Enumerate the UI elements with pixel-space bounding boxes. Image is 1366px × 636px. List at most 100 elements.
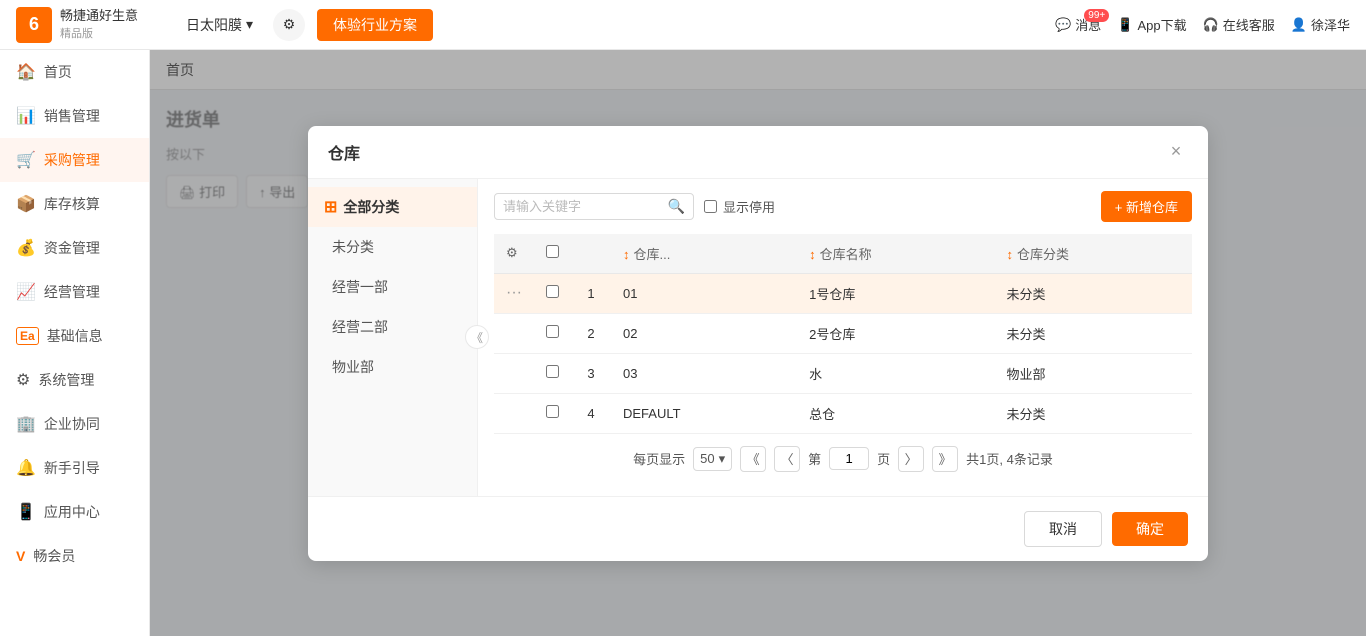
modal-body: ⊞ 全部分类 未分类 经营一部 经营二部 物业部 《 [308,179,1208,496]
sidebar-item-sales[interactable]: 📊 销售管理 [0,94,149,138]
table-row[interactable]: 4 DEFAULT 总仓 未分类 [494,393,1192,433]
table-header-row: ⚙ ↕仓库... [494,234,1192,274]
col-code-header[interactable]: ↕仓库... [611,234,797,274]
show-disabled-label: 显示停用 [723,197,775,216]
settings-button[interactable]: ⚙ [273,9,305,41]
row-code-2: 02 [611,313,797,353]
online-service-label: 在线客服 [1223,15,1275,34]
sidebar-item-vip[interactable]: V 畅会员 [0,534,149,578]
row-checkbox-1[interactable] [546,285,559,298]
app-download-item[interactable]: 📱 App下载 [1117,15,1186,34]
ellipsis-icon-1[interactable]: ··· [506,284,522,301]
next-page-button[interactable]: 〉 [898,446,924,472]
row-name-2: 2号仓库 [797,313,994,353]
gear-icon: ⚙ [283,16,296,33]
sort-icon-category: ↕ [1007,247,1014,262]
first-page-icon: 《 [747,449,760,468]
sidebar-label-finance: 资金管理 [44,238,100,258]
category-collapse-button[interactable]: 《 [465,325,489,349]
system-icon: ⚙ [16,370,30,390]
modal-close-button[interactable]: × [1164,140,1188,164]
message-icon-item[interactable]: 💬 消息 99+ [1055,15,1101,34]
prev-page-icon: 〈 [781,449,794,468]
logo-area: 6 畅捷通好生意 精品版 [16,7,166,43]
page-unit: 页 [877,449,890,468]
category-header-label: 全部分类 [343,197,399,217]
table-row[interactable]: 3 03 水 物业部 [494,353,1192,393]
modal-main: 🔍 显示停用 + 新增仓库 [478,179,1208,496]
row-check-3 [534,353,571,393]
logo-sub: 精品版 [60,25,138,41]
row-checkbox-4[interactable] [546,405,559,418]
sidebar-item-apps[interactable]: 📱 应用中心 [0,490,149,534]
cancel-button[interactable]: 取消 [1024,511,1102,547]
main-layout: 🏠 首页 📊 销售管理 🛒 采购管理 📦 库存核算 💰 资金管理 📈 经营管理 … [0,50,1366,636]
guide-icon: 🔔 [16,458,36,478]
search-icon[interactable]: 🔍 [668,198,685,215]
row-actions-2 [494,313,534,353]
col-name-header[interactable]: ↕仓库名称 [797,234,994,274]
row-check-4 [534,393,571,433]
table-row[interactable]: 2 02 2号仓库 未分类 [494,313,1192,353]
category-sidebar: ⊞ 全部分类 未分类 经营一部 经营二部 物业部 《 [308,179,478,496]
sidebar-item-inventory[interactable]: 📦 库存核算 [0,182,149,226]
sidebar-item-enterprise[interactable]: 🏢 企业协同 [0,402,149,446]
sidebar-item-operations[interactable]: 📈 经营管理 [0,270,149,314]
last-page-button[interactable]: 》 [932,446,958,472]
row-code-3: 03 [611,353,797,393]
sidebar-item-home[interactable]: 🏠 首页 [0,50,149,94]
prev-page-button[interactable]: 〈 [774,446,800,472]
search-input[interactable] [503,199,662,214]
sidebar-item-finance[interactable]: 💰 资金管理 [0,226,149,270]
show-disabled-checkbox-label[interactable]: 显示停用 [704,197,775,216]
app-download-label: App下载 [1137,15,1186,34]
row-no-1: 1 [571,273,611,313]
sidebar-item-system[interactable]: ⚙ 系统管理 [0,358,149,402]
modal-footer: 取消 确定 [308,496,1208,561]
page-label: 第 [808,449,821,468]
row-category-1: 未分类 [995,273,1192,313]
logo-icon: 6 [16,7,52,43]
row-category-3: 物业部 [995,353,1192,393]
sidebar-label-vip: 畅会员 [33,546,75,566]
col-settings-header[interactable]: ⚙ [494,234,534,274]
sidebar-label-home: 首页 [44,62,72,82]
category-item-dept2[interactable]: 经营二部 [308,307,477,347]
sidebar-label-guide: 新手引导 [44,458,100,478]
pagination: 每页显示 50 ▾ 《 〈 第 [494,434,1192,484]
sidebar-item-guide[interactable]: 🔔 新手引导 [0,446,149,490]
sidebar-item-purchase[interactable]: 🛒 采购管理 [0,138,149,182]
table-row[interactable]: ··· 1 01 1号仓库 未分类 [494,273,1192,313]
search-box: 🔍 [494,193,694,220]
user-avatar[interactable]: 👤 徐泽华 [1291,15,1350,34]
row-no-4: 4 [571,393,611,433]
category-item-property[interactable]: 物业部 [308,347,477,387]
page-size-selector[interactable]: 50 ▾ [693,447,732,471]
category-header[interactable]: ⊞ 全部分类 [308,187,477,227]
logo-text: 畅捷通好生意 [60,8,138,25]
modal-header: 仓库 × [308,126,1208,179]
page-number-input[interactable] [829,447,869,470]
message-badge: 99+ [1084,9,1109,22]
row-no-3: 3 [571,353,611,393]
store-selector[interactable]: 日太阳膜 ▾ [178,11,261,39]
online-service-item[interactable]: 🎧 在线客服 [1203,15,1275,34]
sidebar-item-basics[interactable]: Ea 基础信息 [0,314,149,358]
add-warehouse-button[interactable]: + 新增仓库 [1101,191,1192,222]
phone-icon: 📱 [1117,17,1133,33]
first-page-button[interactable]: 《 [740,446,766,472]
finance-icon: 💰 [16,238,36,258]
row-checkbox-2[interactable] [546,325,559,338]
operations-icon: 📈 [16,282,36,302]
category-item-dept1[interactable]: 经营一部 [308,267,477,307]
col-category-header[interactable]: ↕仓库分类 [995,234,1192,274]
industry-btn[interactable]: 体验行业方案 [317,9,433,41]
table-head: ⚙ ↕仓库... [494,234,1192,274]
category-item-uncategorized[interactable]: 未分类 [308,227,477,267]
sort-icon-code: ↕ [623,247,630,262]
select-all-checkbox[interactable] [546,245,559,258]
avatar-icon: 👤 [1291,17,1307,33]
show-disabled-checkbox[interactable] [704,200,717,213]
confirm-button[interactable]: 确定 [1112,512,1188,546]
row-checkbox-3[interactable] [546,365,559,378]
